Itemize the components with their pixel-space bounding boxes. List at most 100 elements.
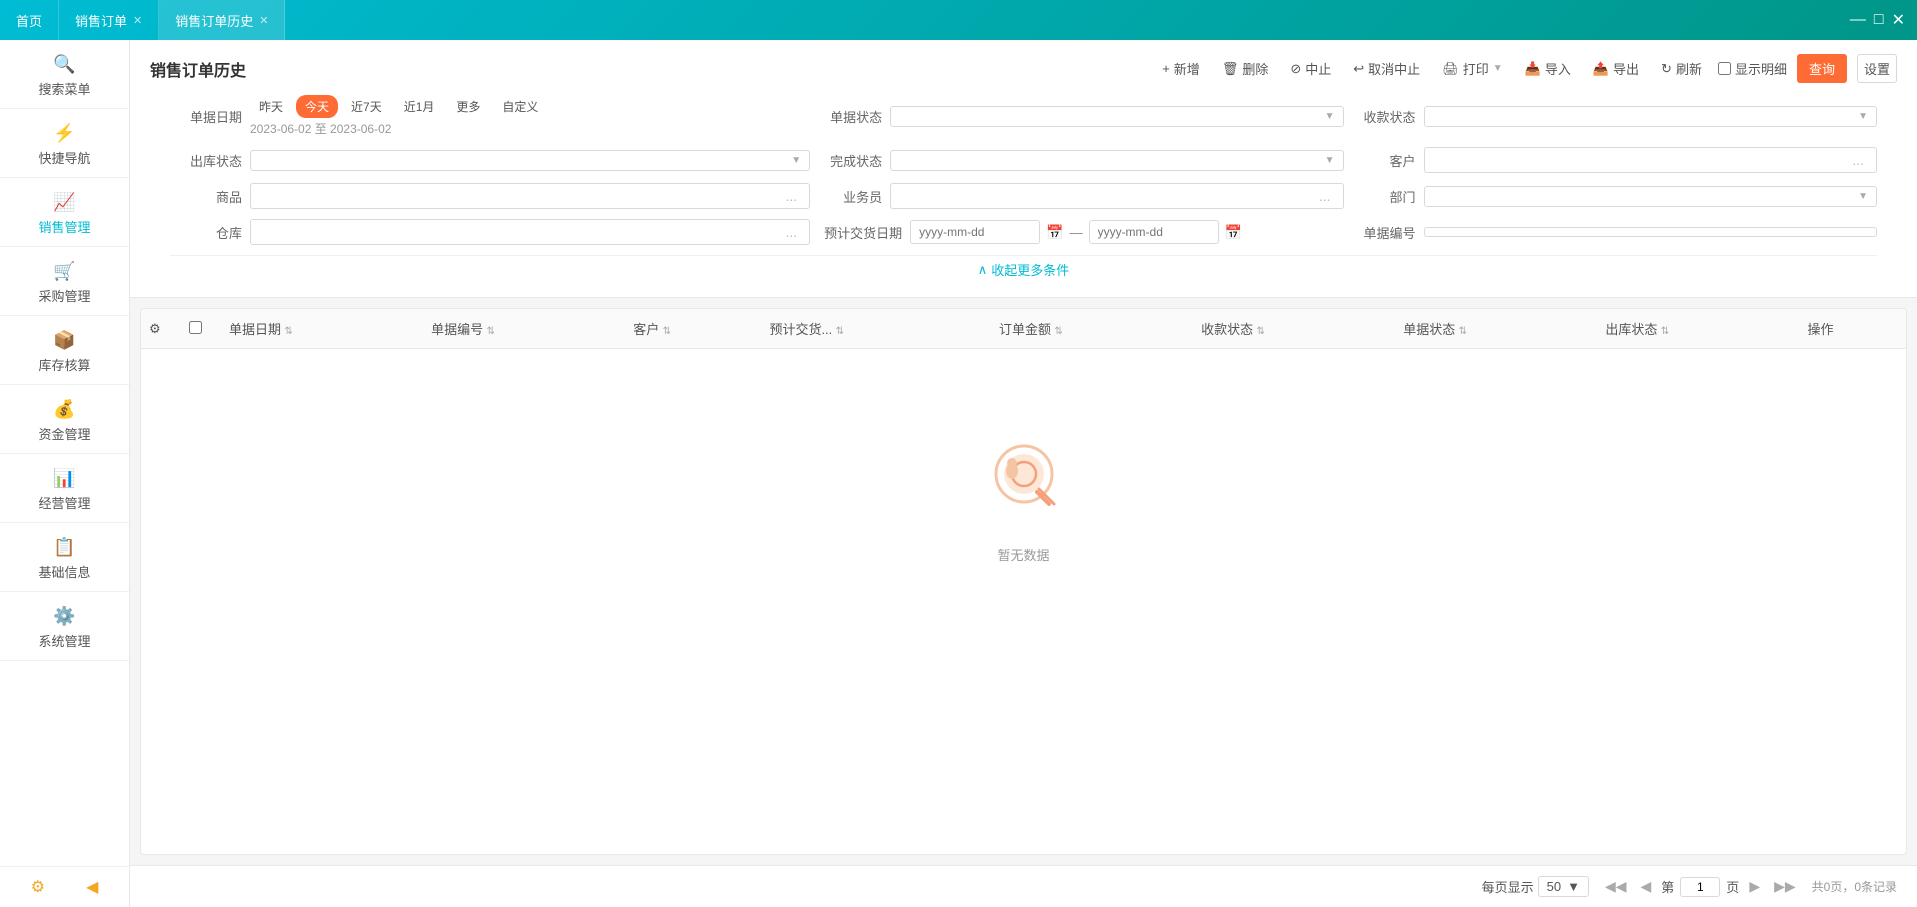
payment-status-filter: 收款状态 ▼ (1344, 106, 1877, 127)
tab-sales-order-history[interactable]: 销售订单历史 ✕ (159, 0, 285, 40)
date-to-cal-icon[interactable]: 📅 (1225, 224, 1242, 241)
plus-icon: + (1162, 61, 1170, 76)
sidebar-item-operations[interactable]: 📊 经营管理 (0, 454, 129, 523)
table-col-order-amount[interactable]: 订单金额 ⇅ (991, 309, 1193, 349)
table-col-out-status[interactable]: 出库状态 ⇅ (1597, 309, 1799, 349)
sidebar-item-system[interactable]: ⚙️ 系统管理 (0, 592, 129, 661)
sidebar-collapse-icon[interactable]: ◀ (86, 877, 98, 897)
sidebar-item-quick-nav[interactable]: ⚡ 快捷导航 (0, 109, 129, 178)
prev-page-button[interactable]: ◀ (1637, 876, 1656, 897)
out-status-select[interactable]: ▼ (250, 150, 810, 171)
content-area: 销售订单历史 + 新增 🗑 删除 ⊘ 中止 ↩ (130, 40, 1917, 907)
sidebar-item-search-menu[interactable]: 🔍 搜索菜单 (0, 40, 129, 109)
customer-dots-icon[interactable]: ... (1848, 152, 1868, 168)
import-button[interactable]: 📥 导入 (1519, 55, 1577, 82)
warehouse-input-wrap[interactable]: ... (250, 219, 810, 245)
complete-status-select[interactable]: ▼ (890, 150, 1343, 171)
system-icon: ⚙️ (53, 606, 75, 627)
out-status-arrow: ▼ (791, 155, 801, 166)
table-check-col[interactable] (181, 309, 221, 349)
goods-input-wrap[interactable]: ... (250, 183, 810, 209)
sidebar-item-reports[interactable]: 📋 基础信息 (0, 523, 129, 592)
refresh-button[interactable]: ↻ 刷新 (1655, 55, 1708, 82)
sidebar-item-purchase-label: 采购管理 (38, 286, 90, 305)
filter-area: 单据日期 昨天 今天 近7天 近1月 更多 自定义 2023-06-02 至 2… (150, 95, 1897, 297)
sidebar-item-sales[interactable]: 📈 销售管理 (0, 178, 129, 247)
show-details-checkbox[interactable]: 显示明细 (1718, 59, 1787, 78)
filter-row-4: 仓库 ... 预计交货日期 📅 — 📅 (170, 219, 1877, 245)
cancel-stop-button[interactable]: ↩ 取消中止 (1347, 55, 1426, 82)
table-col-doc-status[interactable]: 单据状态 ⇅ (1395, 309, 1597, 349)
expected-date-range: 📅 — 📅 (910, 220, 1343, 244)
date-pill-custom[interactable]: 自定义 (493, 95, 547, 118)
print-arrow-icon: ▼ (1493, 63, 1503, 74)
payment-status-label: 收款状态 (1344, 107, 1424, 126)
tab-sales-order-close[interactable]: ✕ (133, 14, 142, 27)
date-pill-yesterday[interactable]: 昨天 (250, 95, 292, 118)
table-col-payment-status[interactable]: 收款状态 ⇅ (1193, 309, 1395, 349)
print-button[interactable]: 🖨 打印 ▼ (1436, 55, 1508, 82)
payment-status-arrow: ▼ (1858, 111, 1868, 122)
collapse-up-icon: ∧ (978, 262, 988, 278)
sidebar-item-inventory[interactable]: 📦 库存核算 (0, 316, 129, 385)
show-details-check[interactable] (1718, 62, 1731, 75)
query-button[interactable]: 查询 (1797, 54, 1847, 83)
date-pill-today[interactable]: 今天 (296, 95, 338, 118)
empty-text: 暂无数据 (997, 545, 1049, 564)
window-max-button[interactable]: □ (1874, 11, 1884, 29)
sidebar-item-finance[interactable]: 💰 资金管理 (0, 385, 129, 454)
last-page-button[interactable]: ▶▶ (1770, 876, 1800, 897)
page-input[interactable] (1680, 877, 1720, 897)
page-size-box[interactable]: 50 ▼ (1538, 876, 1589, 897)
table-col-doc-status-label: 单据状态 (1403, 322, 1455, 337)
date-from-cal-icon[interactable]: 📅 (1046, 224, 1063, 241)
refresh-button-label: 刷新 (1676, 59, 1702, 78)
window-close-button[interactable]: ✕ (1892, 10, 1905, 30)
complete-status-label: 完成状态 (810, 151, 890, 170)
goods-dots-icon[interactable]: ... (781, 188, 801, 204)
customer-input-wrap[interactable]: ... (1424, 147, 1877, 173)
date-pill-more[interactable]: 更多 (447, 95, 489, 118)
warehouse-dots-icon[interactable]: ... (781, 224, 801, 240)
table-check-all[interactable] (189, 321, 202, 334)
expected-date-from[interactable] (910, 220, 1040, 244)
sidebar-bottom: ⚙ ◀ (0, 866, 129, 907)
first-page-button[interactable]: ◀◀ (1601, 876, 1631, 897)
operations-icon: 📊 (53, 468, 75, 489)
tab-sales-order[interactable]: 销售订单 ✕ (59, 0, 159, 40)
table-col-doc-number[interactable]: 单据编号 ⇅ (423, 309, 625, 349)
collapse-row[interactable]: ∧ 收起更多条件 (170, 255, 1877, 287)
tab-home[interactable]: 首页 (0, 0, 59, 40)
table-col-expected-date[interactable]: 预计交货... ⇅ (761, 309, 991, 349)
date-pill-last1m[interactable]: 近1月 (395, 95, 444, 118)
doc-status-select[interactable]: ▼ (890, 106, 1343, 127)
doc-number-label: 单据编号 (1344, 223, 1424, 242)
settings-button[interactable]: 设置 (1857, 54, 1897, 83)
table-col-doc-date[interactable]: 单据日期 ⇅ (221, 309, 423, 349)
doc-number-input-wrap[interactable] (1424, 227, 1877, 237)
date-pill-last7[interactable]: 近7天 (342, 95, 391, 118)
table-settings-icon[interactable]: ⚙ (149, 321, 161, 336)
window-min-button[interactable]: — (1850, 11, 1866, 29)
print-button-label: 打印 (1463, 59, 1489, 78)
stop-button[interactable]: ⊘ 中止 (1284, 55, 1337, 82)
salesperson-input-wrap[interactable]: ... (890, 183, 1343, 209)
salesperson-dots-icon[interactable]: ... (1315, 188, 1335, 204)
table-settings-col[interactable]: ⚙ (141, 309, 181, 349)
tab-sales-order-history-close[interactable]: ✕ (259, 14, 268, 27)
delete-button[interactable]: 🗑 删除 (1216, 55, 1275, 82)
table-col-customer[interactable]: 客户 ⇅ (625, 309, 761, 349)
purchase-icon: 🛒 (53, 261, 75, 282)
toolbar: + 新增 🗑 删除 ⊘ 中止 ↩ 取消中止 (1156, 54, 1897, 83)
sidebar-item-purchase[interactable]: 🛒 采购管理 (0, 247, 129, 316)
sidebar-settings-icon[interactable]: ⚙ (31, 877, 45, 897)
payment-status-select[interactable]: ▼ (1424, 106, 1877, 127)
sidebar-item-operations-label: 经营管理 (38, 493, 90, 512)
new-button[interactable]: + 新增 (1156, 55, 1206, 82)
dept-select[interactable]: ▼ (1424, 186, 1877, 207)
tab-home-label: 首页 (16, 11, 42, 30)
table-col-order-amount-label: 订单金额 (999, 322, 1051, 337)
next-page-button[interactable]: ▶ (1745, 876, 1764, 897)
expected-date-to[interactable] (1089, 220, 1219, 244)
export-button[interactable]: 📤 导出 (1587, 55, 1645, 82)
